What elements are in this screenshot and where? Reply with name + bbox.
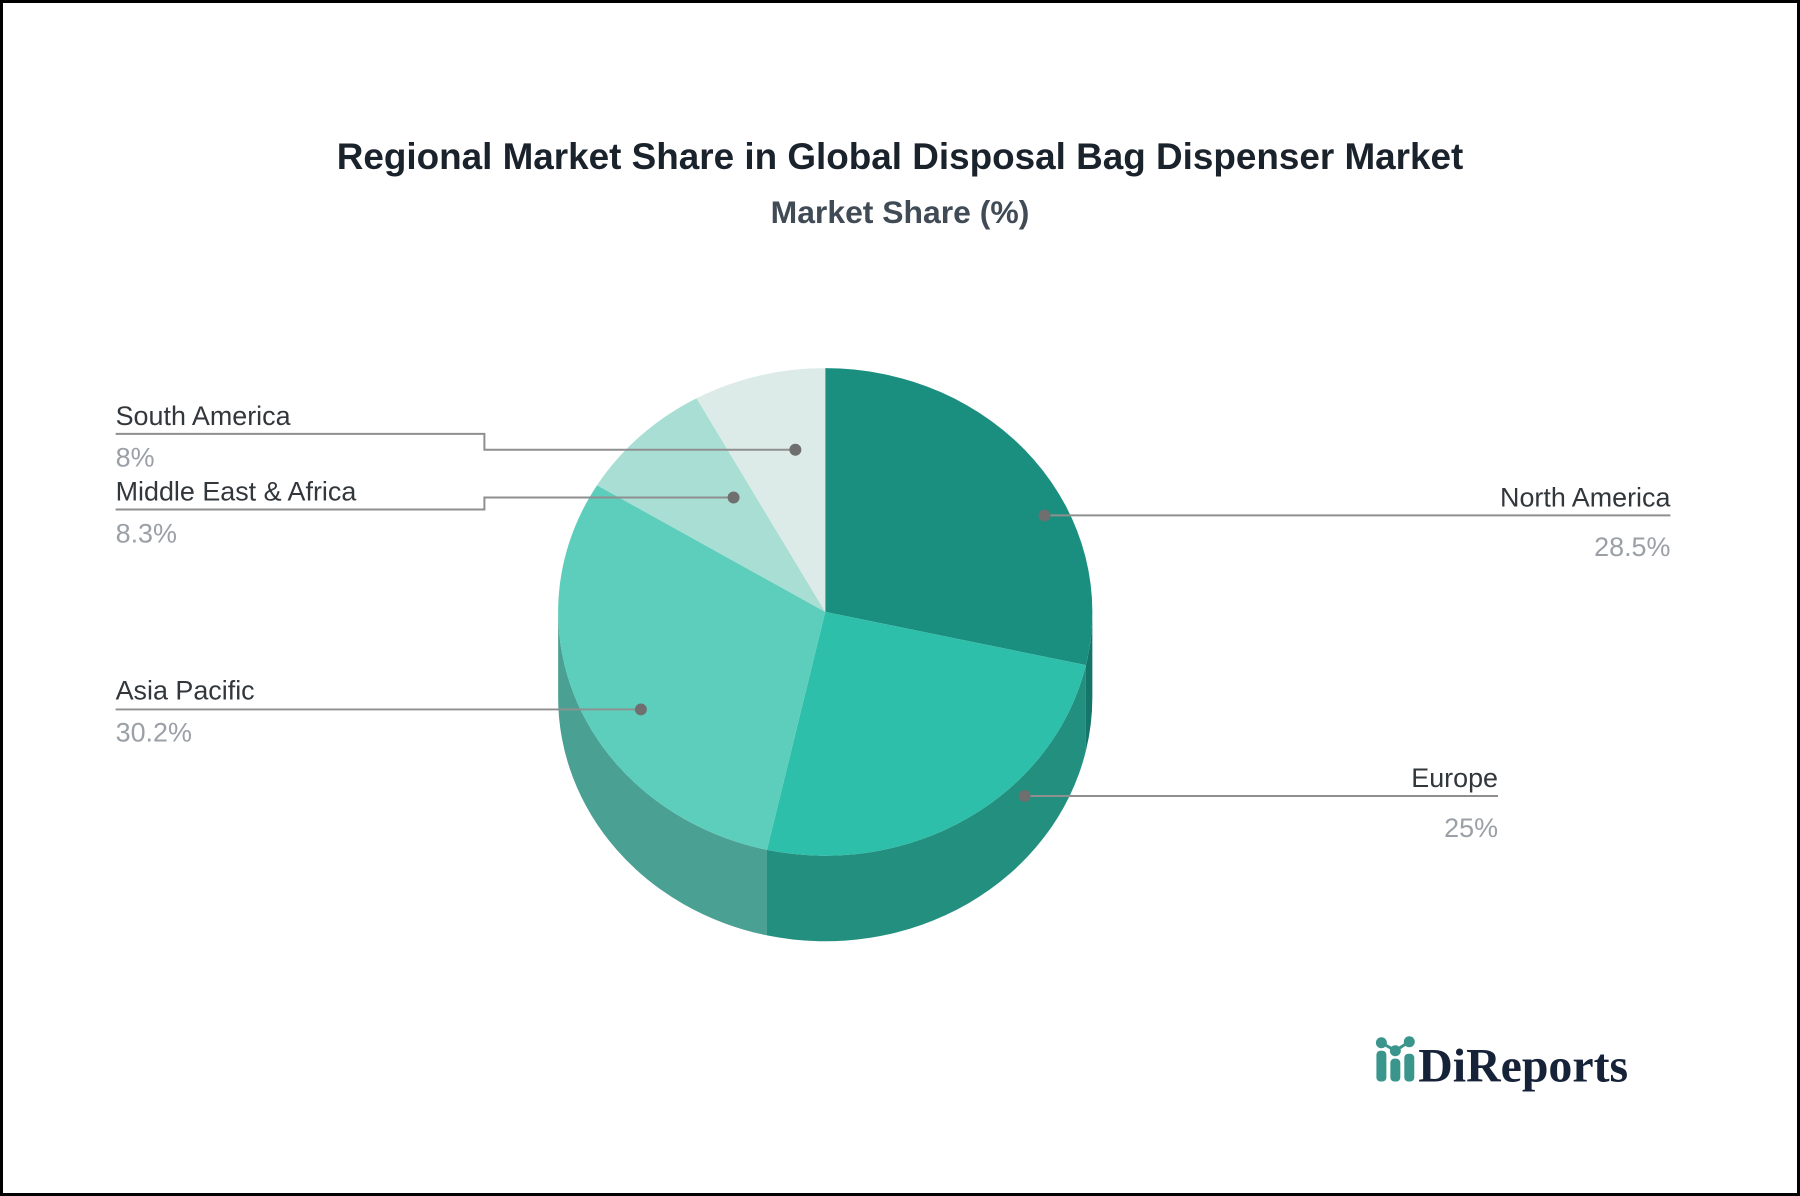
leader-dot-asia-pacific — [634, 703, 647, 716]
leader-dot-south-america — [789, 443, 802, 456]
slice-label-middle-east-africa: Middle East & Africa — [116, 477, 357, 507]
chart-subtitle: Market Share (%) — [771, 194, 1030, 230]
slice-label-europe: Europe — [1411, 763, 1498, 793]
slice-label-asia-pacific: Asia Pacific — [116, 676, 255, 706]
leader-dot-middle-east-africa — [727, 491, 740, 504]
chart-title: Regional Market Share in Global Disposal… — [337, 136, 1464, 177]
slice-value-north-america: 28.5% — [1594, 532, 1670, 562]
bar-line-chart-icon — [1375, 1036, 1415, 1082]
slice-value-south-america: 8% — [116, 443, 155, 473]
leader-dot-europe — [1018, 790, 1031, 802]
chart-canvas: Regional Market Share in Global Disposal… — [115, 136, 1670, 1093]
brand-name: DiReports — [1418, 1040, 1628, 1093]
slice-value-asia-pacific: 30.2% — [116, 717, 192, 747]
slice-label-north-america: North America — [1500, 482, 1670, 512]
leader-dot-north-america — [1038, 509, 1051, 522]
slice-value-europe: 25% — [1444, 813, 1498, 843]
slice-value-middle-east-africa: 8.3% — [116, 518, 177, 548]
pie — [558, 368, 1093, 856]
slice-label-south-america: South America — [116, 401, 291, 431]
brand-logo: DiReports — [1375, 1036, 1628, 1093]
